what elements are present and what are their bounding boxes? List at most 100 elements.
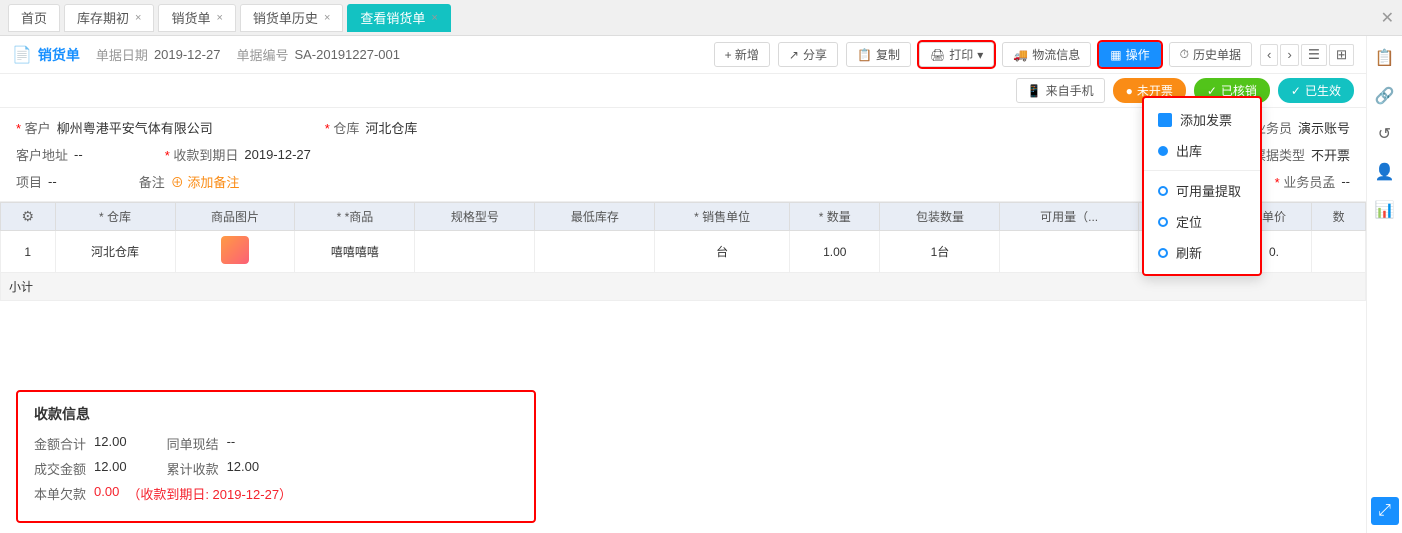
- tab-view-sales[interactable]: 查看销货单 ×: [347, 4, 450, 32]
- right-sidebar: 📋 🔗 ↺ 👤 📊 ⤢: [1366, 36, 1402, 533]
- effective-check-icon: ✓: [1291, 84, 1301, 98]
- sidebar-user-icon[interactable]: 👤: [1371, 158, 1399, 186]
- invoice-dot-icon: ●: [1126, 84, 1133, 98]
- nav-list-view-button[interactable]: ☰: [1301, 44, 1327, 66]
- row-product: 嘻嘻嘻嘻: [295, 231, 415, 273]
- customer-value: 柳州粤港平安气体有限公司: [57, 118, 213, 137]
- row-available: [1000, 231, 1138, 273]
- tab-inventory-init-close[interactable]: ×: [135, 12, 141, 24]
- doc-number-meta: 单据编号 SA-20191227-001: [236, 45, 400, 64]
- refresh-icon: [1158, 248, 1168, 258]
- sales-order-icon: 📄: [12, 45, 32, 65]
- dropdown-available-qty[interactable]: 可用量提取: [1144, 175, 1260, 206]
- address-label: 客户地址: [16, 145, 68, 164]
- nav-grid-view-button[interactable]: ⊞: [1329, 44, 1354, 66]
- mobile-icon: 📱: [1027, 84, 1042, 98]
- note-field: 备注 ⊕ 添加备注: [139, 172, 240, 191]
- col-min-stock: 最低库存: [535, 203, 655, 231]
- warehouse-value: 河北仓库: [365, 118, 417, 137]
- dropdown-outbound[interactable]: 出库: [1144, 135, 1260, 166]
- tab-view-sales-close[interactable]: ×: [431, 12, 437, 24]
- col-available: 可用量（...: [1000, 203, 1138, 231]
- operation-dropdown: 添加发票 出库 可用量提取 定位 刷新: [1142, 96, 1262, 276]
- address-value: --: [74, 147, 83, 162]
- outbound-icon: [1158, 146, 1168, 156]
- accumulated-value: 12.00: [227, 459, 260, 478]
- sidebar-expand-icon[interactable]: ⤢: [1371, 497, 1399, 525]
- tab-bar: 首页 库存期初 × 销货单 × 销货单历史 × 查看销货单 × ✕: [0, 0, 1402, 36]
- customer-label: 客户: [16, 118, 51, 137]
- sales-person-field: 业务员 演示账号: [1253, 118, 1350, 137]
- history-button[interactable]: ⏱ 历史单据: [1169, 42, 1252, 67]
- gear-icon: ⚙: [21, 208, 34, 224]
- row-amount: [1312, 231, 1366, 273]
- sidebar-clipboard-icon[interactable]: 📋: [1371, 44, 1399, 72]
- sales-person-b-field: 业务员孟 --: [1275, 172, 1350, 191]
- add-button[interactable]: + 新增: [714, 42, 770, 67]
- add-invoice-icon: [1158, 113, 1172, 127]
- pay-date-field: 收款到期日 2019-12-27: [165, 145, 311, 164]
- dropdown-refresh[interactable]: 刷新: [1144, 237, 1260, 268]
- dropdown-locate[interactable]: 定位: [1144, 206, 1260, 237]
- customer-field: 客户 柳州粤港平安气体有限公司: [16, 118, 213, 137]
- this-order-note: （收款到期日: 2019-12-27）: [127, 484, 292, 503]
- deal-amount-value: 12.00: [94, 459, 127, 478]
- add-note-button[interactable]: ⊕ 添加备注: [171, 172, 240, 191]
- print-button[interactable]: 🖨 打印 ▾: [919, 42, 994, 67]
- project-value: --: [48, 174, 57, 189]
- tab-bar-close-button[interactable]: ✕: [1381, 8, 1394, 28]
- tab-sales-order[interactable]: 销货单 ×: [158, 4, 235, 32]
- col-pack-qty: 包装数量: [880, 203, 1000, 231]
- row-image: [175, 231, 295, 273]
- effective-button[interactable]: ✓ 已生效: [1278, 78, 1354, 103]
- share-button[interactable]: ↗ 分享: [778, 42, 838, 67]
- total-amount-value: 12.00: [94, 434, 127, 453]
- dropdown-add-invoice[interactable]: 添加发票: [1144, 104, 1260, 135]
- address-field: 客户地址 --: [16, 145, 83, 164]
- nav-next-button[interactable]: ›: [1280, 44, 1298, 66]
- row-pack-qty: 1台: [880, 231, 1000, 273]
- copy-button[interactable]: 📋 复制: [846, 42, 911, 67]
- subtotal-label: 小计: [1, 273, 1366, 301]
- row-qty: 1.00: [790, 231, 880, 273]
- print-dropdown-arrow: ▾: [977, 48, 983, 62]
- tab-home[interactable]: 首页: [8, 4, 60, 32]
- logistics-button[interactable]: 🚚 物流信息: [1002, 42, 1091, 67]
- sales-person-b-label: 业务员孟: [1275, 172, 1336, 191]
- total-amount-item: 金额合计 12.00: [34, 434, 127, 453]
- operation-button[interactable]: ▦ 操作: [1099, 42, 1160, 67]
- subtotal-row: 小计: [1, 273, 1366, 301]
- payment-row-3: 本单欠款 0.00 （收款到期日: 2019-12-27）: [34, 484, 518, 503]
- tab-sales-history-close[interactable]: ×: [324, 12, 330, 24]
- warehouse-label: 仓库: [325, 118, 360, 137]
- available-qty-icon: [1158, 186, 1168, 196]
- col-qty: * 数量: [790, 203, 880, 231]
- sales-person-b-value: --: [1341, 174, 1350, 189]
- from-mobile-button[interactable]: 📱 来自手机: [1016, 78, 1105, 103]
- number-label: 单据编号: [236, 45, 288, 64]
- tab-inventory-init[interactable]: 库存期初 ×: [64, 4, 154, 32]
- col-unit: * 销售单位: [655, 203, 790, 231]
- col-spec: 规格型号: [415, 203, 535, 231]
- pay-date-label: 收款到期日: [165, 145, 239, 164]
- project-label: 项目: [16, 172, 42, 191]
- tab-sales-history[interactable]: 销货单历史 ×: [240, 4, 343, 32]
- same-order-label: 同单现结: [167, 434, 219, 453]
- sales-person-value: 演示账号: [1298, 118, 1350, 137]
- doc-title-text: 销货单: [38, 45, 80, 65]
- row-index: 1: [1, 231, 56, 273]
- accumulated-item: 累计收款 12.00: [167, 459, 260, 478]
- this-order-value: 0.00: [94, 484, 119, 503]
- locate-icon: [1158, 217, 1168, 227]
- sidebar-refresh-icon[interactable]: ↺: [1371, 120, 1399, 148]
- doc-title-area: 📄 销货单: [12, 45, 80, 65]
- note-label: 备注: [139, 172, 165, 191]
- share-icon: ↗: [789, 48, 799, 62]
- doc-date-meta: 单据日期 2019-12-27: [96, 45, 221, 64]
- tab-sales-order-close[interactable]: ×: [216, 12, 222, 24]
- nav-prev-button[interactable]: ‹: [1260, 44, 1278, 66]
- col-product: * *商品: [295, 203, 415, 231]
- sidebar-chart-icon[interactable]: 📊: [1371, 196, 1399, 224]
- sidebar-link-icon[interactable]: 🔗: [1371, 82, 1399, 110]
- truck-icon: 🚚: [1013, 48, 1028, 62]
